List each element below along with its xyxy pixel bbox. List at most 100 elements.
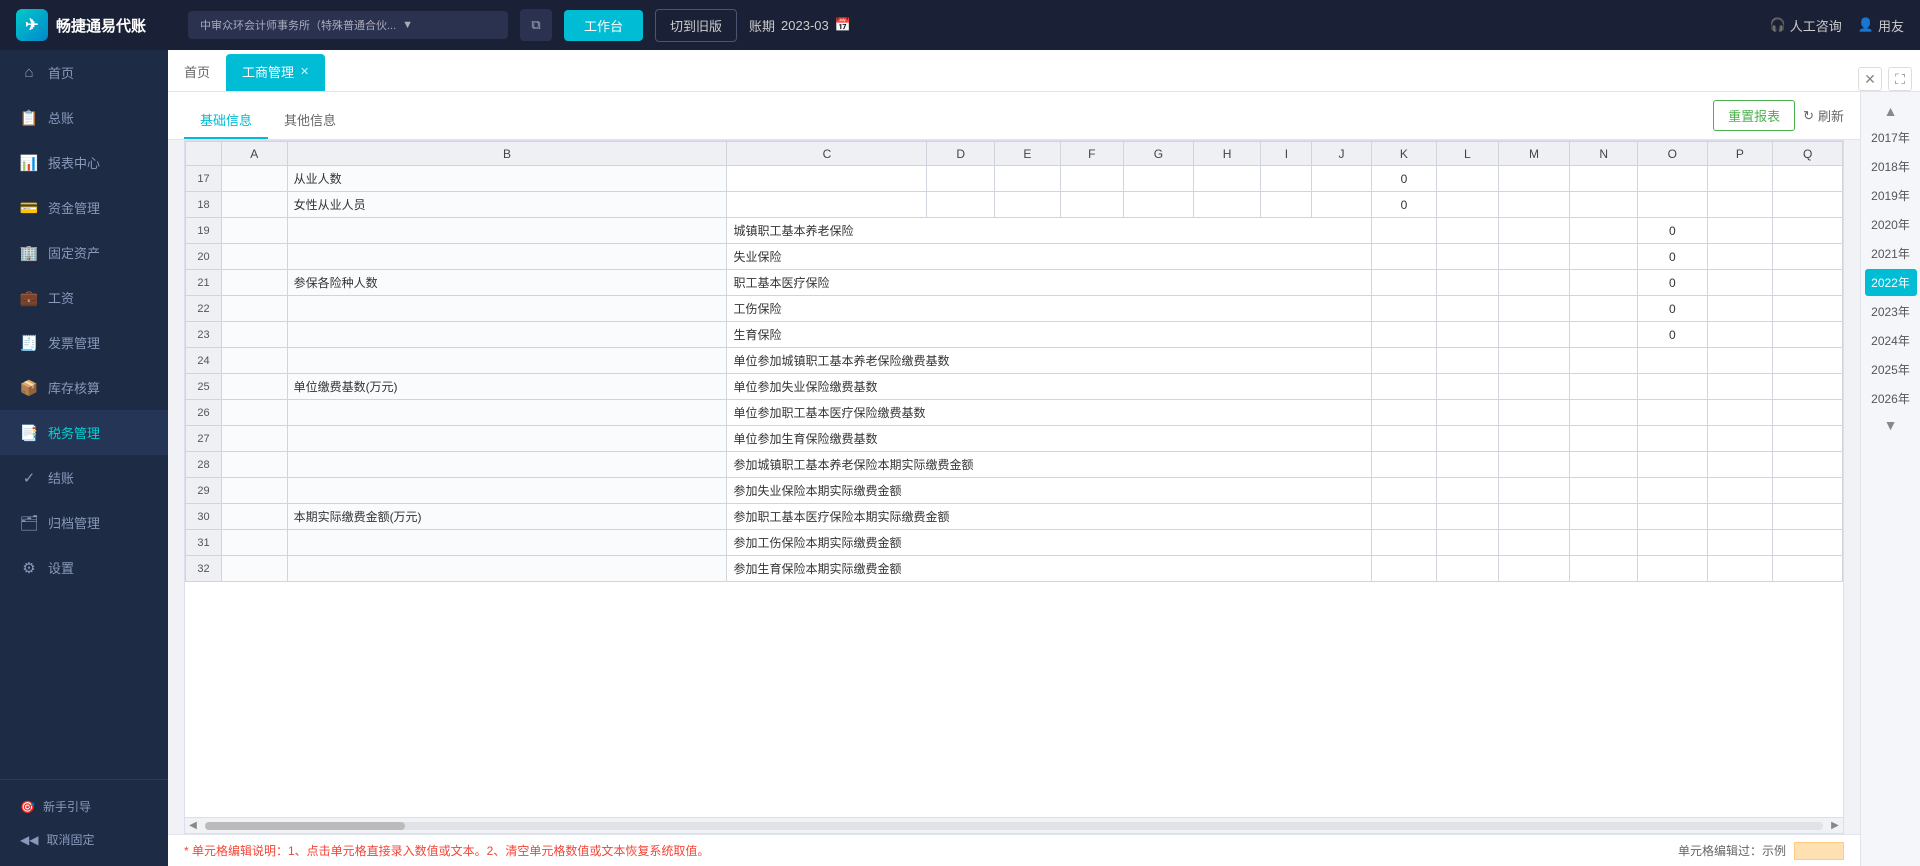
cell-k-18[interactable]: 0 — [1371, 192, 1437, 218]
cell-p-17[interactable] — [1707, 166, 1773, 192]
cell-m-31[interactable] — [1498, 530, 1570, 556]
cell-p-19[interactable] — [1707, 218, 1773, 244]
cell-d-17[interactable] — [927, 166, 995, 192]
cell-p-20[interactable] — [1707, 244, 1773, 270]
cell-a-19[interactable] — [222, 218, 288, 244]
cell-p-24[interactable] — [1707, 348, 1773, 374]
cell-j-18[interactable] — [1312, 192, 1371, 218]
scroll-thumb[interactable] — [205, 822, 405, 830]
sidebar-item-ledger[interactable]: 📋 总账 — [0, 95, 168, 140]
sidebar-item-settings[interactable]: ⚙ 设置 — [0, 545, 168, 590]
cell-n-18[interactable] — [1570, 192, 1638, 218]
year-2021[interactable]: 2021年 — [1865, 240, 1917, 267]
cell-l-24[interactable] — [1437, 348, 1498, 374]
cell-l-21[interactable] — [1437, 270, 1498, 296]
year-2025[interactable]: 2025年 — [1865, 356, 1917, 383]
cell-n-17[interactable] — [1570, 166, 1638, 192]
cell-l-26[interactable] — [1437, 400, 1498, 426]
cell-a-17[interactable] — [222, 166, 288, 192]
cell-q-17[interactable] — [1773, 166, 1843, 192]
cell-p-32[interactable] — [1707, 556, 1773, 582]
cell-c-31[interactable]: 参加工伤保险本期实际缴费金额 — [727, 530, 1371, 556]
cell-n-28[interactable] — [1570, 452, 1638, 478]
close-window-button[interactable]: ✕ — [1858, 67, 1882, 91]
cell-o-24[interactable] — [1637, 348, 1707, 374]
cell-l-22[interactable] — [1437, 296, 1498, 322]
cell-n-23[interactable] — [1570, 322, 1638, 348]
year-2019[interactable]: 2019年 — [1865, 182, 1917, 209]
cell-a-21[interactable] — [222, 270, 288, 296]
cell-q-20[interactable] — [1773, 244, 1843, 270]
cell-n-25[interactable] — [1570, 374, 1638, 400]
cell-p-31[interactable] — [1707, 530, 1773, 556]
cell-k-26[interactable] — [1371, 400, 1437, 426]
cell-a-26[interactable] — [222, 400, 288, 426]
sidebar-item-fixed[interactable]: 🏢 固定资产 — [0, 230, 168, 275]
cell-m-22[interactable] — [1498, 296, 1570, 322]
cell-o-25[interactable] — [1637, 374, 1707, 400]
year-2022[interactable]: 2022年 — [1865, 269, 1917, 296]
cell-b-32[interactable] — [287, 556, 727, 582]
cell-p-26[interactable] — [1707, 400, 1773, 426]
sidebar-item-tax[interactable]: 📑 税务管理 — [0, 410, 168, 455]
cell-c-30[interactable]: 参加职工基本医疗保险本期实际缴费金额 — [727, 504, 1371, 530]
cell-k-19[interactable] — [1371, 218, 1437, 244]
cell-k-25[interactable] — [1371, 374, 1437, 400]
cell-p-29[interactable] — [1707, 478, 1773, 504]
cell-m-29[interactable] — [1498, 478, 1570, 504]
cell-m-28[interactable] — [1498, 452, 1570, 478]
scroll-track[interactable] — [205, 822, 1823, 830]
cell-q-23[interactable] — [1773, 322, 1843, 348]
cell-e-17[interactable] — [995, 166, 1061, 192]
cell-b-29[interactable] — [287, 478, 727, 504]
cell-l-31[interactable] — [1437, 530, 1498, 556]
sheet-table-wrapper[interactable]: A B C D E F G H I J — [185, 141, 1843, 817]
cell-k-32[interactable] — [1371, 556, 1437, 582]
cell-n-30[interactable] — [1570, 504, 1638, 530]
cell-p-23[interactable] — [1707, 322, 1773, 348]
year-up-button[interactable]: ▲ — [1876, 100, 1906, 122]
cell-n-32[interactable] — [1570, 556, 1638, 582]
cell-a-30[interactable] — [222, 504, 288, 530]
cell-o-29[interactable] — [1637, 478, 1707, 504]
cell-q-26[interactable] — [1773, 400, 1843, 426]
cell-o-19[interactable]: 0 — [1637, 218, 1707, 244]
cell-l-30[interactable] — [1437, 504, 1498, 530]
cell-a-31[interactable] — [222, 530, 288, 556]
cell-m-26[interactable] — [1498, 400, 1570, 426]
cell-k-17[interactable]: 0 — [1371, 166, 1437, 192]
user-button[interactable]: 👤 用友 — [1858, 16, 1904, 35]
cell-m-21[interactable] — [1498, 270, 1570, 296]
cell-k-30[interactable] — [1371, 504, 1437, 530]
cell-k-22[interactable] — [1371, 296, 1437, 322]
cell-c-20[interactable]: 失业保险 — [727, 244, 1371, 270]
old-version-button[interactable]: 切到旧版 — [655, 9, 737, 42]
cell-f-17[interactable] — [1060, 166, 1123, 192]
cell-p-28[interactable] — [1707, 452, 1773, 478]
cell-g-17[interactable] — [1124, 166, 1194, 192]
cell-a-27[interactable] — [222, 426, 288, 452]
tab-business[interactable]: 工商管理 ✕ — [226, 54, 325, 91]
cell-a-25[interactable] — [222, 374, 288, 400]
cell-b-31[interactable] — [287, 530, 727, 556]
scroll-right-arrow[interactable]: ▶ — [1827, 818, 1843, 834]
cell-b-18[interactable]: 女性从业人员 — [287, 192, 727, 218]
expand-window-button[interactable]: ⛶ — [1888, 67, 1912, 91]
sidebar-item-home[interactable]: ⌂ 首页 — [0, 50, 168, 95]
cell-b-17[interactable]: 从业人数 — [287, 166, 727, 192]
cell-q-28[interactable] — [1773, 452, 1843, 478]
cell-n-29[interactable] — [1570, 478, 1638, 504]
cell-m-25[interactable] — [1498, 374, 1570, 400]
cell-o-21[interactable]: 0 — [1637, 270, 1707, 296]
cell-k-28[interactable] — [1371, 452, 1437, 478]
year-down-button[interactable]: ▼ — [1876, 414, 1906, 436]
year-2020[interactable]: 2020年 — [1865, 211, 1917, 238]
inner-tab-basic[interactable]: 基础信息 — [184, 102, 268, 139]
year-2017[interactable]: 2017年 — [1865, 124, 1917, 151]
cell-o-23[interactable]: 0 — [1637, 322, 1707, 348]
cell-b-19[interactable] — [287, 218, 727, 244]
cell-q-31[interactable] — [1773, 530, 1843, 556]
cell-o-18[interactable] — [1637, 192, 1707, 218]
cell-l-19[interactable] — [1437, 218, 1498, 244]
cell-o-28[interactable] — [1637, 452, 1707, 478]
